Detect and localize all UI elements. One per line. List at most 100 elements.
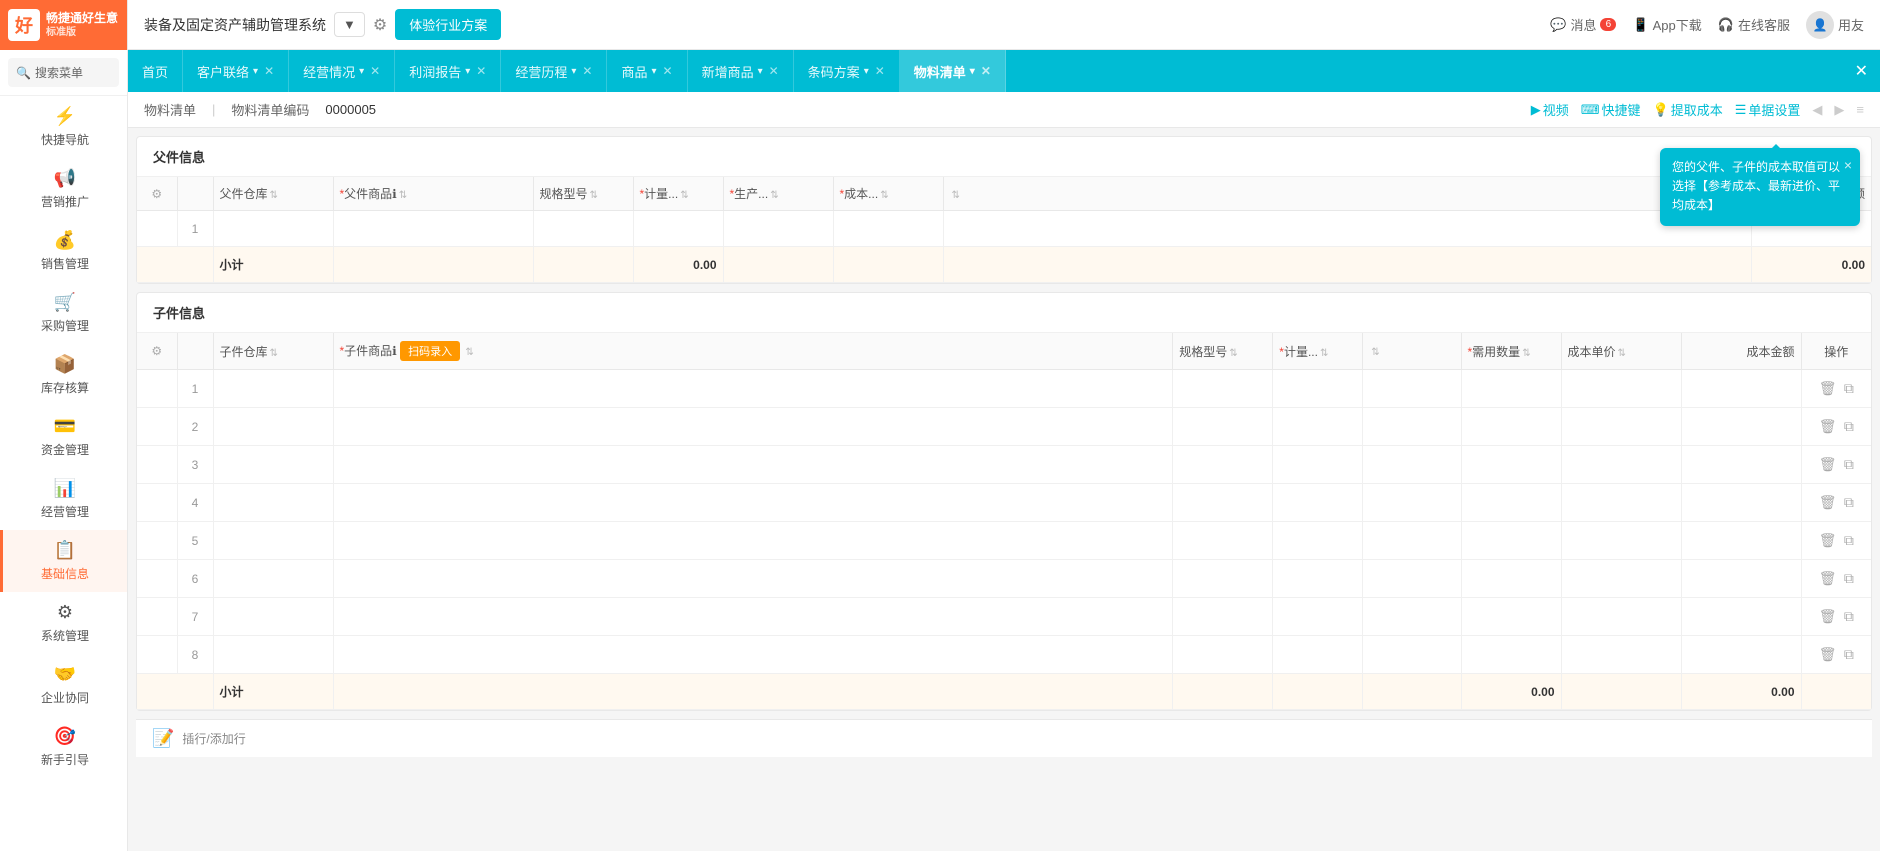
child-col-gear: ⚙ xyxy=(137,333,177,370)
child-row-4: 4 🗑 ⧉ xyxy=(137,484,1871,522)
tooltip-close-button[interactable]: × xyxy=(1844,154,1852,176)
nav-next-button[interactable]: ▶ xyxy=(1834,102,1844,118)
user-menu[interactable]: 👤 用友 xyxy=(1806,11,1864,39)
nav-tab-4[interactable]: 经营历程 ▾ ✕ xyxy=(501,50,607,92)
sidebar-item-3[interactable]: 💰 销售管理 xyxy=(0,220,127,282)
bottom-bar: 📝 插行/添加行 xyxy=(136,719,1872,757)
add-row-icon[interactable]: 📝 xyxy=(152,728,174,749)
nav-tabs-list: 首页客户联络 ▾ ✕经营情况 ▾ ✕利润报告 ▾ ✕经营历程 ▾ ✕商品 ▾ ✕… xyxy=(128,50,1843,92)
delete-row-7-button[interactable]: 🗑 xyxy=(1817,606,1839,627)
settings-button[interactable]: ⚙ xyxy=(373,15,387,35)
nav-prev-button[interactable]: ◀ xyxy=(1812,102,1822,118)
delete-row-8-button[interactable]: 🗑 xyxy=(1817,644,1839,665)
sidebar-item-10[interactable]: 🤝 企业协同 xyxy=(0,654,127,716)
parent-section-title: 父件信息 xyxy=(137,137,1871,177)
nav-tab-1[interactable]: 客户联络 ▾ ✕ xyxy=(183,50,289,92)
child-col-warehouse: 子件仓库⇅ xyxy=(213,333,333,370)
sidebar-item-6[interactable]: 💳 资金管理 xyxy=(0,406,127,468)
add-row-hint: 插行/添加行 xyxy=(182,730,245,747)
delete-row-6-button[interactable]: 🗑 xyxy=(1817,568,1839,589)
sidebar-item-8[interactable]: 📋 基础信息 xyxy=(0,530,127,592)
sidebar-search-area: 🔍 搜索菜单 xyxy=(0,50,127,96)
delete-row-4-button[interactable]: 🗑 xyxy=(1817,492,1839,513)
setting-icon: ☰ xyxy=(1735,102,1747,118)
child-row-3: 3 🗑 ⧉ xyxy=(137,446,1871,484)
nav-tabs: 首页客户联络 ▾ ✕经营情况 ▾ ✕利润报告 ▾ ✕经营历程 ▾ ✕商品 ▾ ✕… xyxy=(128,50,1880,92)
app-name: 畅捷通好生意 标准版 xyxy=(46,11,118,40)
parent-col-product: *父件商品ℹ⇅ xyxy=(333,177,533,211)
sidebar-item-7[interactable]: 📊 经营管理 xyxy=(0,468,127,530)
nav-tab-0[interactable]: 首页 xyxy=(128,50,183,92)
child-col-qty: *需用数量⇅ xyxy=(1461,333,1561,370)
page-header: 物料清单 | 物料清单编码 0000005 ▶ 视频 ⌨ 快捷键 💡 提取成本 … xyxy=(128,92,1880,128)
gear-icon[interactable]: ⚙ xyxy=(151,187,162,201)
scan-input-button[interactable]: 扫码录入 xyxy=(400,341,460,361)
system-dropdown[interactable]: ▼ xyxy=(334,12,365,37)
online-service-button[interactable]: 🎧 在线客服 xyxy=(1718,15,1790,34)
child-subtotal-row: 小计 0.00 0.00 xyxy=(137,674,1871,710)
delete-row-5-button[interactable]: 🗑 xyxy=(1817,530,1839,551)
sidebar-item-4[interactable]: 🛒 采购管理 xyxy=(0,282,127,344)
child-row-7: 7 🗑 ⧉ xyxy=(137,598,1871,636)
parent-col-spec: 规格型号⇅ xyxy=(533,177,633,211)
copy-row-6-button[interactable]: ⧉ xyxy=(1842,568,1856,589)
采购管理-icon: 🛒 xyxy=(54,292,76,313)
copy-row-3-button[interactable]: ⧉ xyxy=(1842,454,1856,475)
parent-col-gear: ⚙ xyxy=(137,177,177,211)
play-icon: ▶ xyxy=(1531,102,1541,118)
nav-tab-2[interactable]: 经营情况 ▾ ✕ xyxy=(289,50,395,92)
view-video-button[interactable]: ▶ 视频 xyxy=(1531,100,1569,119)
topbar-left: 装备及固定资产辅助管理系统 ▼ ⚙ 体验行业方案 xyxy=(144,9,501,40)
child-table: ⚙ 子件仓库⇅ *子件商品ℹ 扫码录入 ⇅ 规格型号⇅ xyxy=(137,333,1871,710)
shortcut-button[interactable]: ⌨ 快捷键 xyxy=(1581,100,1641,119)
sidebar-nav: ⚡ 快捷导航📢 营销推广💰 销售管理🛒 采购管理📦 库存核算💳 资金管理📊 经营… xyxy=(0,96,127,778)
nav-tab-7[interactable]: 条码方案 ▾ ✕ xyxy=(794,50,900,92)
parent-col-unit: *计量...⇅ xyxy=(633,177,723,211)
child-section-title: 子件信息 xyxy=(137,293,1871,333)
sidebar-item-5[interactable]: 📦 库存核算 xyxy=(0,344,127,406)
single-setting-button[interactable]: ☰ 单据设置 xyxy=(1735,100,1801,119)
copy-row-5-button[interactable]: ⧉ xyxy=(1842,530,1856,551)
copy-row-8-button[interactable]: ⧉ xyxy=(1842,644,1856,665)
close-all-tabs-button[interactable]: ✕ xyxy=(1843,61,1880,81)
cost-icon: 💡 xyxy=(1653,102,1669,118)
copy-row-7-button[interactable]: ⧉ xyxy=(1842,606,1856,627)
nav-tab-6[interactable]: 新增商品 ▾ ✕ xyxy=(688,50,794,92)
system-name: 装备及固定资产辅助管理系统 xyxy=(144,15,326,35)
child-col-action: 操作 xyxy=(1801,333,1871,370)
app-download-button[interactable]: 📱 App下载 xyxy=(1632,15,1701,34)
keyboard-icon: ⌨ xyxy=(1581,102,1600,118)
sidebar-item-9[interactable]: ⚙ 系统管理 xyxy=(0,592,127,654)
nav-tab-3[interactable]: 利润报告 ▾ ✕ xyxy=(395,50,501,92)
nav-tab-5[interactable]: 商品 ▾ ✕ xyxy=(607,50,687,92)
delete-row-3-button[interactable]: 🗑 xyxy=(1817,454,1839,475)
messages-button[interactable]: 💬 消息 6 xyxy=(1550,15,1616,34)
copy-row-4-button[interactable]: ⧉ xyxy=(1842,492,1856,513)
breadcrumb-bom[interactable]: 物料清单 xyxy=(144,100,196,119)
delete-row-1-button[interactable]: 🗑 xyxy=(1817,378,1839,399)
child-gear-icon[interactable]: ⚙ xyxy=(151,344,162,358)
parent-col-production: *生产...⇅ xyxy=(723,177,833,211)
企业协同-icon: 🤝 xyxy=(54,664,76,685)
search-menu-button[interactable]: 🔍 搜索菜单 xyxy=(8,58,119,87)
parent-col-cost: *成本...⇅ xyxy=(833,177,943,211)
parent-subtotal-row: 小计 0.00 0.00 xyxy=(137,247,1871,283)
extract-cost-button[interactable]: 💡 提取成本 xyxy=(1653,100,1723,119)
copy-row-1-button[interactable]: ⧉ xyxy=(1842,378,1856,399)
child-col-price: 成本单价⇅ xyxy=(1561,333,1681,370)
delete-row-2-button[interactable]: 🗑 xyxy=(1817,416,1839,437)
库存核算-icon: 📦 xyxy=(54,354,76,375)
topbar-right: 💬 消息 6 📱 App下载 🎧 在线客服 👤 用友 xyxy=(1550,11,1864,39)
nav-tab-8[interactable]: 物料清单 ▾ ✕ xyxy=(900,50,1006,92)
trial-button[interactable]: 体验行业方案 xyxy=(395,9,501,40)
sidebar-item-2[interactable]: 📢 营销推广 xyxy=(0,158,127,220)
doc-code: 0000005 xyxy=(325,102,376,117)
tooltip-text: 您的父件、子件的成本取值可以选择【参考成本、最新进价、平均成本】 xyxy=(1672,160,1840,212)
child-col-spec: 规格型号⇅ xyxy=(1173,333,1273,370)
list-view-button[interactable]: ≡ xyxy=(1856,102,1864,117)
sidebar-item-1[interactable]: ⚡ 快捷导航 xyxy=(0,96,127,158)
topbar: 装备及固定资产辅助管理系统 ▼ ⚙ 体验行业方案 💬 消息 6 📱 App下载 … xyxy=(128,0,1880,50)
child-col-unit: *计量...⇅ xyxy=(1273,333,1363,370)
sidebar-item-11[interactable]: 🎯 新手引导 xyxy=(0,716,127,778)
copy-row-2-button[interactable]: ⧉ xyxy=(1842,416,1856,437)
